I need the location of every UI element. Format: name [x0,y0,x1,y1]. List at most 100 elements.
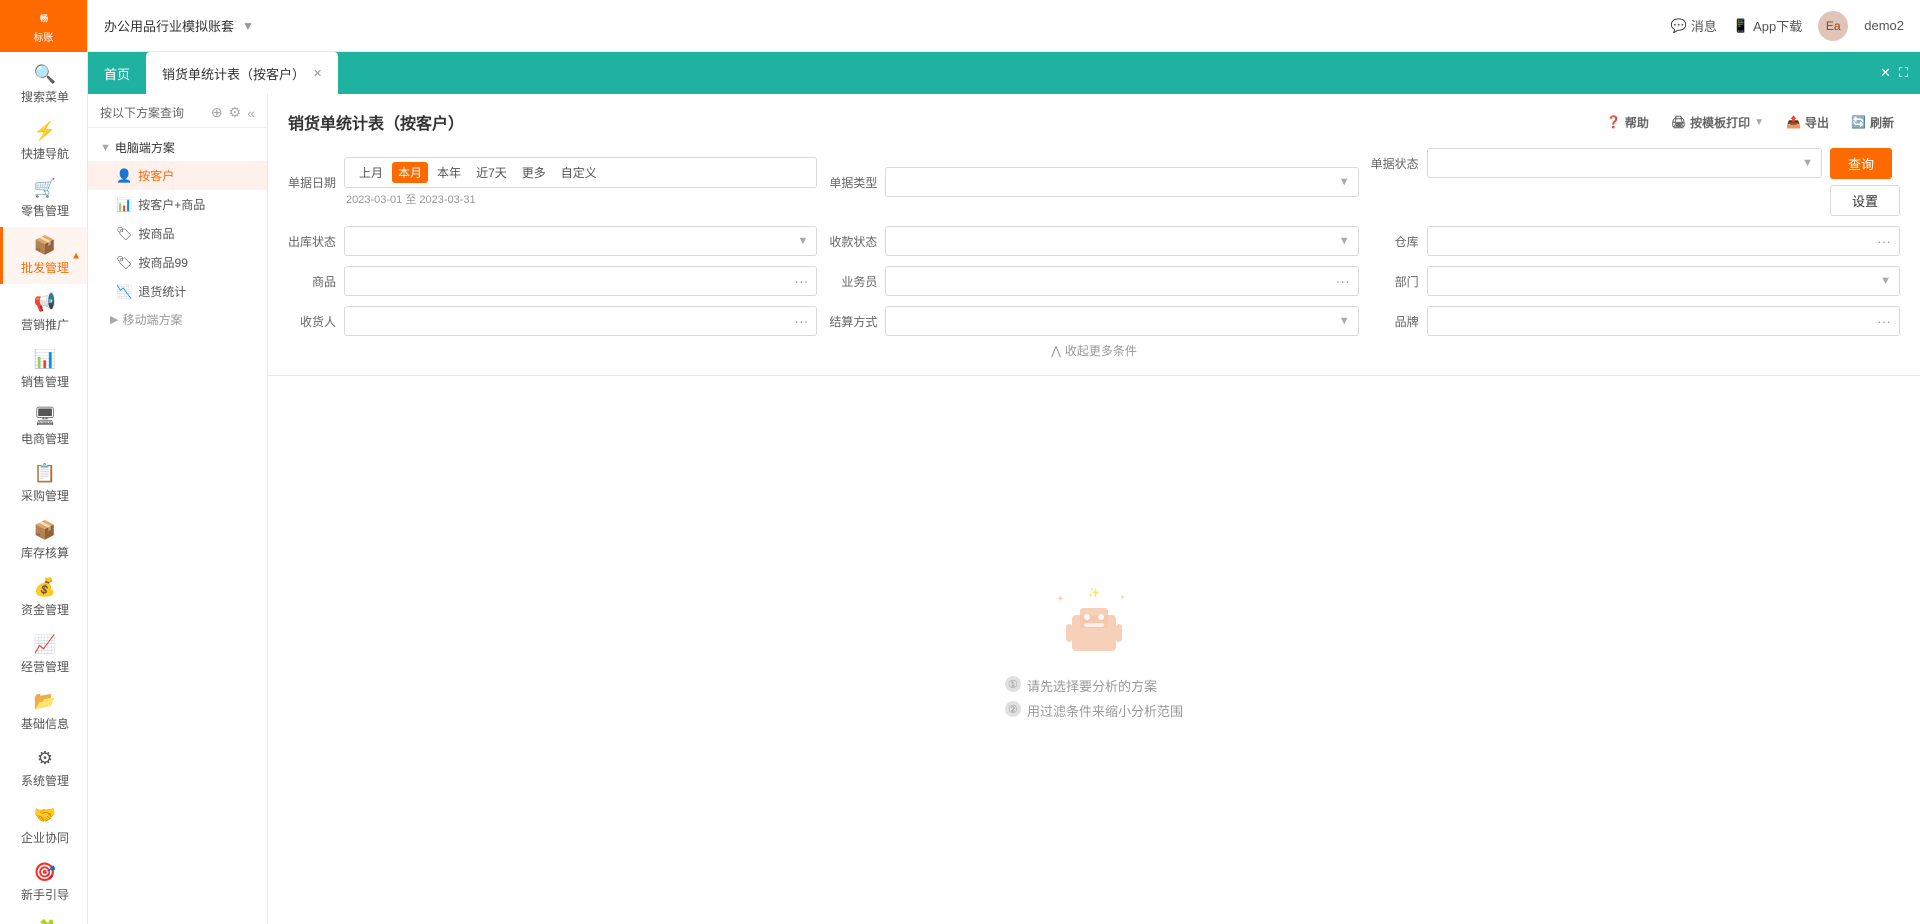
tab-maximize-icon[interactable]: ⛶ [1899,65,1908,81]
basic-icon: 📂 [34,691,56,712]
department-arrow-icon: ▼ [1880,275,1891,287]
status-select[interactable]: ▼ [1427,148,1822,178]
customer-icon: 👤 [116,168,132,184]
scheme-item-return-stats[interactable]: 📉 退货统计 [88,277,267,306]
tab-sales-stats[interactable]: 销货单统计表（按客户） ✕ [146,52,338,94]
scheme-add-btn[interactable]: ⊕ [211,104,223,121]
warehouse-dots[interactable]: ··· [1877,233,1891,249]
goods-dots[interactable]: ··· [794,273,808,289]
date-tab-last-month[interactable]: 上月 [353,162,389,183]
scheme-item-by-customer-goods[interactable]: 📊 按客户+商品 [88,190,267,219]
message-icon: 💬 [1671,18,1687,34]
sidebar-item-search[interactable]: 🔍 搜索菜单 [0,56,87,113]
topbar-dropdown-icon[interactable]: ▼ [242,19,254,33]
sidebar-item-label: 营销推广 [21,316,69,333]
out-status-label: 出库状态 [288,233,336,250]
type-label: 单据类型 [829,174,877,191]
logo-area: 畅 标账 [0,0,87,52]
collapse-bar[interactable]: ⋀ 收起更多条件 [288,336,1900,365]
sidebar-item-ecommerce[interactable]: 🖥 电商管理 [0,398,87,455]
finance-icon: 💰 [34,577,56,598]
sidebar-item-purchase[interactable]: 📋 采购管理 [0,455,87,512]
date-tab-this-year[interactable]: 本年 [431,162,467,183]
ecommerce-icon: 🖥 [34,406,57,427]
salesman-field: 业务员 ··· [829,266,1358,296]
sidebar-item-basic[interactable]: 📂 基础信息 [0,683,87,740]
date-tabs-input[interactable]: 上月 本月 本年 近7天 更多 自定义 [344,157,817,188]
sidebar-item-label: 资金管理 [21,601,69,618]
scheme-item-by-goods-99[interactable]: 🏷 按商品99 [88,248,267,277]
salesman-input[interactable]: ··· [885,266,1358,296]
goods-input[interactable]: ··· [344,266,817,296]
receiver-dots[interactable]: ··· [794,313,808,329]
app-download-action[interactable]: 📱 App下载 [1733,16,1802,35]
page-title-row: 销货单统计表（按客户） ❓ 帮助 🖨 按模板打印 ▼ 📤 [288,110,1900,134]
date-tab-custom[interactable]: 自定义 [555,162,603,183]
enterprise-icon: 🤝 [34,805,56,826]
scheme-settings-btn[interactable]: ⚙ [229,104,242,121]
print-arrow-icon: ▼ [1754,117,1764,128]
payment-select[interactable]: ▼ [885,226,1358,256]
setting-button[interactable]: 设置 [1830,185,1900,216]
scheme-group-mobile-header[interactable]: ▶ 移动端方案 [88,306,267,333]
out-status-select[interactable]: ▼ [344,226,817,256]
settlement-select[interactable]: ▼ [885,306,1358,336]
export-btn[interactable]: 📤 导出 [1780,111,1835,134]
sidebar-item-apps[interactable]: 🧩 应用中心 [0,911,87,924]
help-label: 帮助 [1625,114,1649,131]
scheme-collapse-btn[interactable]: « [247,105,255,121]
type-select[interactable]: ▼ [885,167,1358,197]
salesman-label: 业务员 [829,273,877,290]
empty-state-icon: ✦ ✦ ✨ [1044,580,1144,660]
sidebar-item-label: 基础信息 [21,715,69,732]
message-action[interactable]: 💬 消息 [1671,16,1717,35]
receiver-input[interactable]: ··· [344,306,817,336]
tab-close-window-icon[interactable]: ✕ [1880,65,1891,81]
sidebar-item-enterprise[interactable]: 🤝 企业协同 [0,797,87,854]
query-button[interactable]: 查询 [1830,148,1892,179]
sidebar-item-marketing[interactable]: 📢 营销推广 [0,284,87,341]
scheme-group-desktop-header[interactable]: ▼ 电脑端方案 [88,134,267,161]
goods-field: 商品 ··· [288,266,817,296]
sidebar-item-label: 零售管理 [21,202,69,219]
scheme-item-by-customer[interactable]: 👤 按客户 [88,161,267,190]
refresh-btn[interactable]: 🔄 刷新 [1845,111,1900,134]
sidebar-item-label: 销售管理 [21,373,69,390]
inventory-icon: 📦 [34,520,56,541]
sidebar-item-wholesale[interactable]: 📦 批发管理 ▲ [0,227,87,284]
sidebar-item-finance[interactable]: 💰 资金管理 [0,569,87,626]
sidebar-item-quick[interactable]: ⚡ 快捷导航 [0,113,87,170]
empty-hint-2: ② 用过滤条件来缩小分析范围 [1005,701,1183,720]
brand-dots[interactable]: ··· [1877,313,1891,329]
date-value-text: 2023-03-01 至 2023-03-31 [344,191,817,207]
status-label: 单据状态 [1371,155,1419,172]
tab-close-icon[interactable]: ✕ [313,67,322,80]
user-avatar[interactable]: Ea [1818,11,1848,41]
scheme-item-by-customer-goods-label: 按客户+商品 [138,196,205,213]
date-tab-this-month[interactable]: 本月 [392,162,428,183]
warehouse-input[interactable]: ··· [1427,226,1900,256]
department-select[interactable]: ▼ [1427,266,1900,296]
sidebar-item-sales[interactable]: 📊 销售管理 [0,341,87,398]
sidebar-item-newbie[interactable]: 🎯 新手引导 [0,854,87,911]
brand-input[interactable]: ··· [1427,306,1900,336]
date-tab-7days[interactable]: 近7天 [470,162,513,183]
empty-hints: ① 请先选择要分析的方案 ② 用过滤条件来缩小分析范围 [1005,676,1183,720]
payment-arrow-icon: ▼ [1339,235,1350,247]
sidebar-item-operation[interactable]: 📈 经营管理 [0,626,87,683]
page-title-text: 销货单统计表（按客户） [288,110,464,134]
username-label[interactable]: demo2 [1864,18,1904,33]
help-btn[interactable]: ❓ 帮助 [1600,111,1655,134]
sidebar-item-label: 经营管理 [21,658,69,675]
salesman-dots[interactable]: ··· [1336,273,1350,289]
settlement-field: 结算方式 ▼ [829,306,1358,336]
sidebar-item-inventory[interactable]: 📦 库存核算 [0,512,87,569]
template-print-btn[interactable]: 🖨 按模板打印 ▼ [1665,111,1770,134]
scheme-item-by-goods[interactable]: 🏷 按商品 [88,219,267,248]
print-icon: 🖨 [1671,115,1686,129]
apps-icon: 🧩 [34,919,56,924]
date-tab-more[interactable]: 更多 [516,162,552,183]
sidebar-item-system[interactable]: ⚙ 系统管理 [0,740,87,797]
sidebar-item-retail[interactable]: 🛒 零售管理 [0,170,87,227]
tab-home[interactable]: 首页 [88,52,146,94]
